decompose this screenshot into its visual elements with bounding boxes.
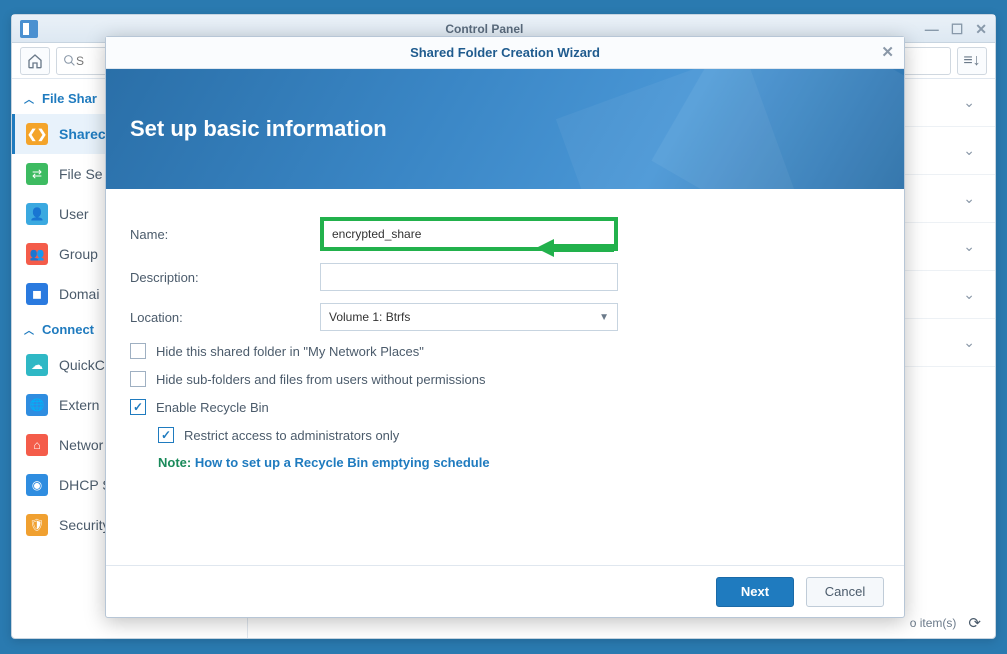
checkbox-icon[interactable] — [130, 371, 146, 387]
chevron-down-icon: ⌄ — [963, 334, 975, 351]
checkbox-label: Restrict access to administrators only — [184, 428, 399, 443]
sidebar-item-label: Sharec — [59, 126, 106, 142]
location-value: Volume 1: Btrfs — [329, 310, 410, 324]
home-button[interactable] — [20, 47, 50, 75]
wizard-form: Name: Description: Location: Volume 1: B… — [106, 189, 904, 565]
check-hide-network[interactable]: Hide this shared folder in "My Network P… — [130, 343, 880, 359]
chevron-down-icon: ⌄ — [963, 142, 975, 159]
cloud-icon: ☁ — [26, 354, 48, 376]
sidebar-item-label: Security — [59, 517, 110, 533]
minimize-icon[interactable]: — — [925, 22, 939, 36]
footer-status: o item(s) ⟳ — [910, 614, 981, 632]
wizard-title: Shared Folder Creation Wizard — [410, 45, 600, 60]
next-button[interactable]: Next — [716, 577, 794, 607]
sidebar-item-label: Group — [59, 246, 98, 262]
group-label: Connect — [42, 322, 94, 337]
note-label: Note: — [158, 455, 191, 470]
refresh-icon[interactable]: ⟳ — [968, 614, 981, 632]
checkbox-icon[interactable] — [130, 399, 146, 415]
network-icon: ⌂ — [26, 434, 48, 456]
sidebar-item-label: Domai — [59, 286, 99, 302]
form-row-description: Description: — [130, 263, 880, 291]
check-hide-subfolders[interactable]: Hide sub-folders and files from users wi… — [130, 371, 880, 387]
sidebar-item-label: File Se — [59, 166, 103, 182]
checkbox-icon[interactable] — [158, 427, 174, 443]
description-label: Description: — [130, 270, 320, 285]
checkbox-label: Enable Recycle Bin — [156, 400, 269, 415]
shared-folder-icon: ❮❯ — [26, 123, 48, 145]
shield-icon: 🛡 — [26, 514, 48, 536]
chevron-up-icon: ︿ — [24, 322, 34, 337]
globe-icon: 🌐 — [26, 394, 48, 416]
chevron-down-icon: ▼ — [599, 312, 609, 323]
item-count: o item(s) — [910, 616, 957, 630]
wizard-titlebar[interactable]: Shared Folder Creation Wizard ✕ — [106, 37, 904, 69]
user-icon: 👤 — [26, 203, 48, 225]
window-controls: — ☐ ✕ — [925, 22, 987, 36]
chevron-down-icon: ⌄ — [963, 94, 975, 111]
group-icon: 👥 — [26, 243, 48, 265]
sidebar-item-label: QuickC — [59, 357, 105, 373]
checkbox-label: Hide sub-folders and files from users wi… — [156, 372, 485, 387]
sidebar-item-label: DHCP S — [59, 477, 112, 493]
sidebar-item-label: Networ — [59, 437, 103, 453]
close-icon[interactable]: ✕ — [881, 43, 894, 61]
group-label: File Shar — [42, 91, 97, 106]
description-input[interactable] — [320, 263, 618, 291]
check-restrict-admin[interactable]: Restrict access to administrators only — [158, 427, 880, 443]
location-select[interactable]: Volume 1: Btrfs ▼ — [320, 303, 618, 331]
home-icon — [27, 53, 43, 69]
domain-icon: ◼ — [26, 283, 48, 305]
file-services-icon: ⇄ — [26, 163, 48, 185]
note-row: Note: How to set up a Recycle Bin emptyi… — [158, 455, 880, 470]
wizard-footer: Next Cancel — [106, 565, 904, 617]
chevron-down-icon: ⌄ — [963, 238, 975, 255]
search-icon — [63, 54, 76, 67]
checkbox-icon[interactable] — [130, 343, 146, 359]
maximize-icon[interactable]: ☐ — [951, 22, 964, 36]
wizard-heading: Set up basic information — [130, 116, 387, 142]
sidebar-item-label: User — [59, 206, 89, 222]
window-title: Control Panel — [44, 22, 925, 36]
close-icon[interactable]: ✕ — [975, 22, 987, 36]
wizard-banner: Set up basic information — [106, 69, 904, 189]
checkbox-label: Hide this shared folder in "My Network P… — [156, 344, 424, 359]
name-input[interactable] — [320, 217, 618, 251]
sort-icon: ≡↓ — [963, 52, 980, 70]
app-icon — [20, 20, 38, 38]
name-label: Name: — [130, 227, 320, 242]
check-recycle-bin[interactable]: Enable Recycle Bin — [130, 399, 880, 415]
chevron-down-icon: ⌄ — [963, 190, 975, 207]
chevron-up-icon: ︿ — [24, 91, 34, 106]
cancel-button[interactable]: Cancel — [806, 577, 884, 607]
sidebar-item-label: Extern — [59, 397, 99, 413]
wizard-dialog: Shared Folder Creation Wizard ✕ Set up b… — [105, 36, 905, 618]
location-label: Location: — [130, 310, 320, 325]
dhcp-icon: ◉ — [26, 474, 48, 496]
form-row-location: Location: Volume 1: Btrfs ▼ — [130, 303, 880, 331]
sort-button[interactable]: ≡↓ — [957, 47, 987, 75]
chevron-down-icon: ⌄ — [963, 286, 975, 303]
note-link[interactable]: How to set up a Recycle Bin emptying sch… — [195, 455, 490, 470]
form-row-name: Name: — [130, 217, 880, 251]
